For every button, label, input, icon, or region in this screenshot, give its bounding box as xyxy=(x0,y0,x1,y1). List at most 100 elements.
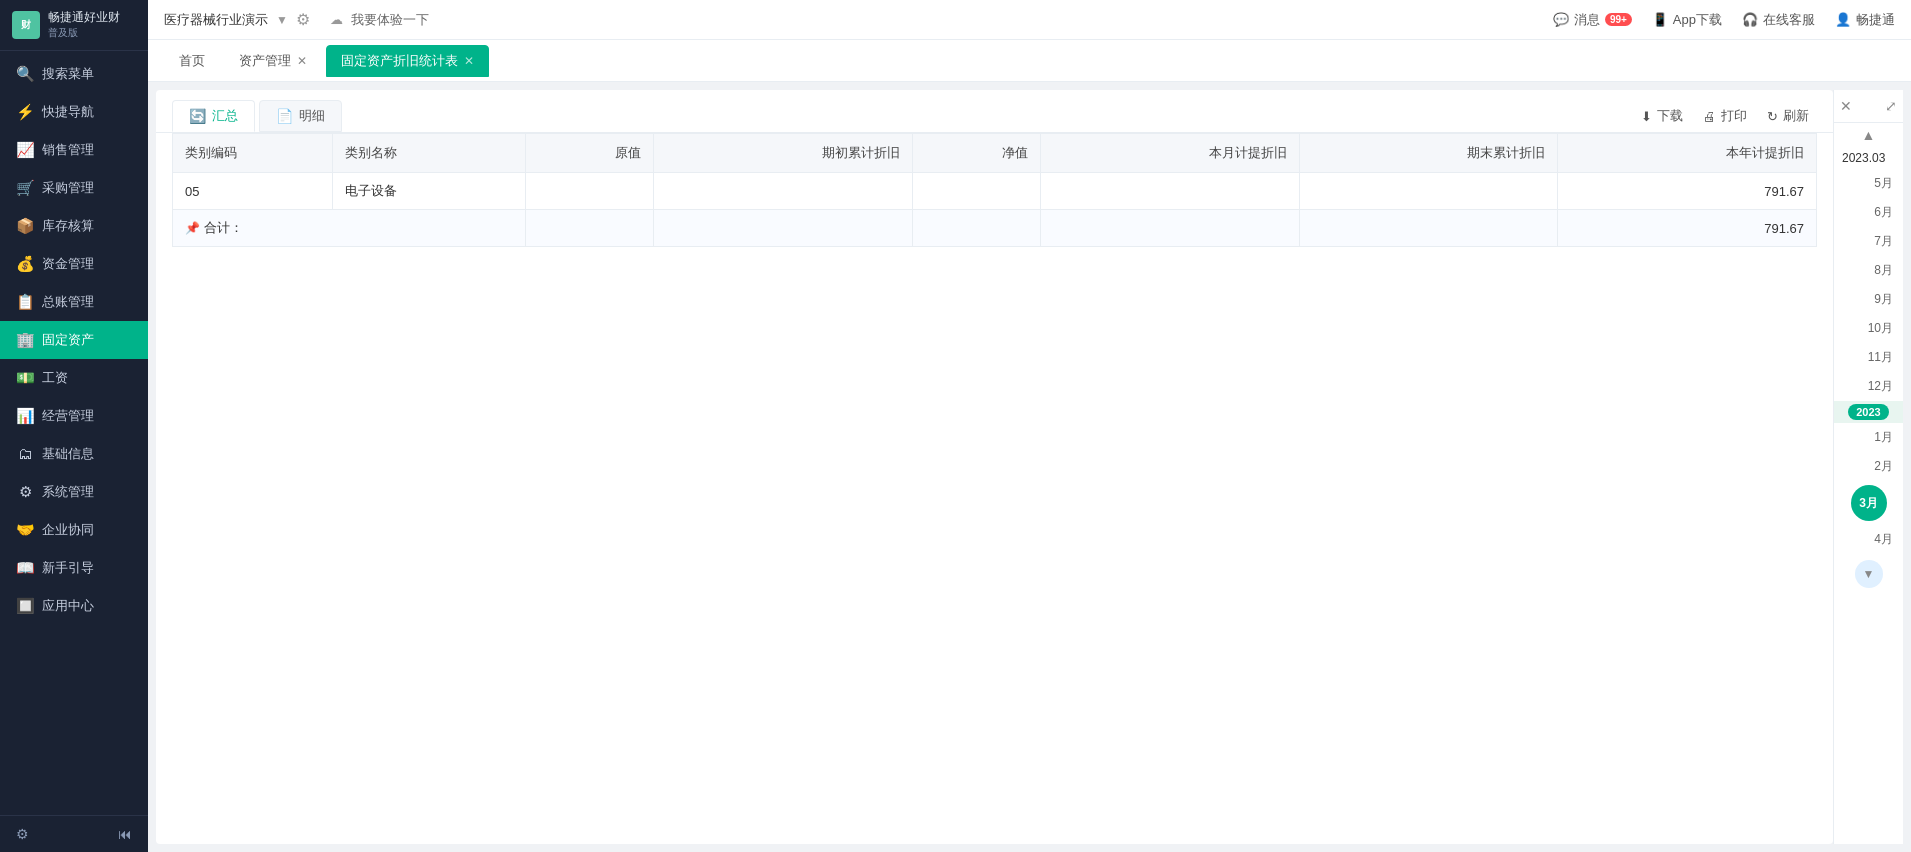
timeline-month-12月[interactable]: 12月 xyxy=(1834,372,1903,401)
sidebar-label-capital: 资金管理 xyxy=(42,255,94,273)
timeline-close-btn[interactable]: ✕ xyxy=(1840,98,1852,114)
sidebar-item-fixed-assets[interactable]: 🏢 固定资产 xyxy=(0,321,148,359)
sidebar-label-salary: 工资 xyxy=(42,369,68,387)
timeline-month-5月[interactable]: 5月 xyxy=(1834,169,1903,198)
collapse-icon[interactable]: ⏮ xyxy=(118,826,132,842)
timeline-month-11月[interactable]: 11月 xyxy=(1834,343,1903,372)
sidebar-label-system: 系统管理 xyxy=(42,483,94,501)
sub-tab-summary[interactable]: 🔄 汇总 xyxy=(172,100,255,132)
company-settings-icon[interactable]: ⚙ xyxy=(296,10,310,29)
timeline-month-4[interactable]: 4月 xyxy=(1834,525,1903,554)
sidebar-icon-base-info: 🗂 xyxy=(16,445,34,462)
cell-code: 05 xyxy=(173,173,333,210)
sidebar-icon-search: 🔍 xyxy=(16,65,34,83)
sidebar-item-salary[interactable]: 💵 工资 xyxy=(0,359,148,397)
sidebar-icon-app-center: 🔲 xyxy=(16,597,34,615)
tabs-bar: 首页 资产管理 ✕ 固定资产折旧统计表 ✕ xyxy=(148,40,1911,82)
timeline-month-1月[interactable]: 1月 xyxy=(1834,423,1903,452)
sidebar-label-search: 搜索菜单 xyxy=(42,65,94,83)
sidebar-icon-system: ⚙ xyxy=(16,483,34,501)
sidebar-item-search[interactable]: 🔍 搜索菜单 xyxy=(0,55,148,93)
sidebar-icon-management: 📊 xyxy=(16,407,34,425)
message-icon: 💬 xyxy=(1553,12,1569,27)
online-service-btn[interactable]: 🎧 在线客服 xyxy=(1742,11,1815,29)
timeline-month-active-3[interactable]: 3月 xyxy=(1851,485,1887,521)
sidebar-item-sales[interactable]: 📈 销售管理 xyxy=(0,131,148,169)
sidebar-nav: 🔍 搜索菜单 ⚡ 快捷导航 📈 销售管理 🛒 采购管理 📦 库存核算 💰 资金管… xyxy=(0,51,148,815)
cell-end-dep xyxy=(1299,173,1558,210)
summary-icon: 🔄 xyxy=(189,108,206,124)
timeline-scroll-up[interactable]: ▲ xyxy=(1834,123,1903,147)
sidebar-label-management: 经营管理 xyxy=(42,407,94,425)
timeline-month-9月[interactable]: 9月 xyxy=(1834,285,1903,314)
tab-close-depreciation-report[interactable]: ✕ xyxy=(464,54,474,68)
col-header-end-dep: 期末累计折旧 xyxy=(1299,134,1558,173)
content-area: 🔄 汇总 📄 明细 ⬇ 下载 🖨 打印 ↻ xyxy=(148,82,1911,852)
sidebar-item-quick-nav[interactable]: ⚡ 快捷导航 xyxy=(0,93,148,131)
settings-icon[interactable]: ⚙ xyxy=(16,826,29,842)
sidebar-item-app-center[interactable]: 🔲 应用中心 xyxy=(0,587,148,625)
asset-management-tab-label: 资产管理 xyxy=(239,52,291,70)
sidebar-icon-guide: 📖 xyxy=(16,559,34,577)
company-dropdown-icon[interactable]: ▼ xyxy=(276,13,288,27)
print-btn[interactable]: 🖨 打印 xyxy=(1695,103,1755,129)
timeline-bottom-circle[interactable]: ▼ xyxy=(1855,560,1883,588)
sidebar-item-inventory[interactable]: 📦 库存核算 xyxy=(0,207,148,245)
sidebar-item-guide[interactable]: 📖 新手引导 xyxy=(0,549,148,587)
company-name[interactable]: 医疗器械行业演示 xyxy=(164,11,268,29)
total-original xyxy=(526,210,654,247)
app-download-btn[interactable]: 📱 App下载 xyxy=(1652,11,1722,29)
sidebar-label-ledger: 总账管理 xyxy=(42,293,94,311)
refresh-icon: ↻ xyxy=(1767,109,1778,124)
sidebar-icon-purchase: 🛒 xyxy=(16,179,34,197)
sidebar-label-quick-nav: 快捷导航 xyxy=(42,103,94,121)
timeline-month-7月[interactable]: 7月 xyxy=(1834,227,1903,256)
sidebar-item-purchase[interactable]: 🛒 采购管理 xyxy=(0,169,148,207)
timeline-expand-btn[interactable]: ⤢ xyxy=(1885,98,1897,114)
cell-monthly-dep xyxy=(1041,173,1300,210)
col-header-monthly-dep: 本月计提折旧 xyxy=(1041,134,1300,173)
app-name: 畅捷通好业财 xyxy=(48,10,120,26)
sidebar-label-purchase: 采购管理 xyxy=(42,179,94,197)
download-btn[interactable]: ⬇ 下载 xyxy=(1633,103,1691,129)
message-btn[interactable]: 💬 消息 99+ xyxy=(1553,11,1632,29)
table-row: 05 电子设备 791.67 xyxy=(173,173,1817,210)
total-annual-dep: 791.67 xyxy=(1558,210,1817,247)
timeline-month-8月[interactable]: 8月 xyxy=(1834,256,1903,285)
sidebar-item-ledger[interactable]: 📋 总账管理 xyxy=(0,283,148,321)
table-container: 类别编码 类别名称 原值 期初累计折旧 净值 本月计提折旧 期末累计折旧 本年计… xyxy=(156,133,1833,844)
timeline-month-6月[interactable]: 6月 xyxy=(1834,198,1903,227)
download-icon: ⬇ xyxy=(1641,109,1652,124)
tab-asset-management[interactable]: 资产管理 ✕ xyxy=(224,45,322,77)
col-header-name: 类别名称 xyxy=(333,134,526,173)
message-badge: 99+ xyxy=(1605,13,1632,26)
sidebar-logo: 财 畅捷通好业财 普及版 xyxy=(0,0,148,51)
sidebar-item-capital[interactable]: 💰 资金管理 xyxy=(0,245,148,283)
refresh-btn[interactable]: ↻ 刷新 xyxy=(1759,103,1817,129)
cell-annual-dep: 791.67 xyxy=(1558,173,1817,210)
sidebar-item-system[interactable]: ⚙ 系统管理 xyxy=(0,473,148,511)
col-header-code: 类别编码 xyxy=(173,134,333,173)
col-header-initial-dep: 期初累计折旧 xyxy=(654,134,913,173)
table-total-row: 📌合计： 791.67 xyxy=(173,210,1817,247)
experience-btn[interactable]: 我要体验一下 xyxy=(351,11,429,29)
timeline-month-10月[interactable]: 10月 xyxy=(1834,314,1903,343)
tab-home[interactable]: 首页 xyxy=(164,45,220,77)
sidebar-label-sales: 销售管理 xyxy=(42,141,94,159)
content-panel: 🔄 汇总 📄 明细 ⬇ 下载 🖨 打印 ↻ xyxy=(156,90,1833,844)
timeline-month-2月[interactable]: 2月 xyxy=(1834,452,1903,481)
sidebar-label-base-info: 基础信息 xyxy=(42,445,94,463)
sidebar-icon-salary: 💵 xyxy=(16,369,34,387)
sidebar-icon-inventory: 📦 xyxy=(16,217,34,235)
sidebar-item-base-info[interactable]: 🗂 基础信息 xyxy=(0,435,148,473)
timeline-year-2023[interactable]: 2023 xyxy=(1834,401,1903,423)
tab-close-asset-management[interactable]: ✕ xyxy=(297,54,307,68)
tab-depreciation-report[interactable]: 固定资产折旧统计表 ✕ xyxy=(326,45,489,77)
summary-tab-label: 汇总 xyxy=(212,107,238,125)
sidebar-item-cooperation[interactable]: 🤝 企业协同 xyxy=(0,511,148,549)
sidebar: 财 畅捷通好业财 普及版 🔍 搜索菜单 ⚡ 快捷导航 📈 销售管理 🛒 采购管理… xyxy=(0,0,148,852)
sidebar-label-fixed-assets: 固定资产 xyxy=(42,331,94,349)
sub-tab-detail[interactable]: 📄 明细 xyxy=(259,100,342,132)
timeline-prev-year-label: 2023.03 xyxy=(1834,147,1903,169)
sidebar-item-management[interactable]: 📊 经营管理 xyxy=(0,397,148,435)
